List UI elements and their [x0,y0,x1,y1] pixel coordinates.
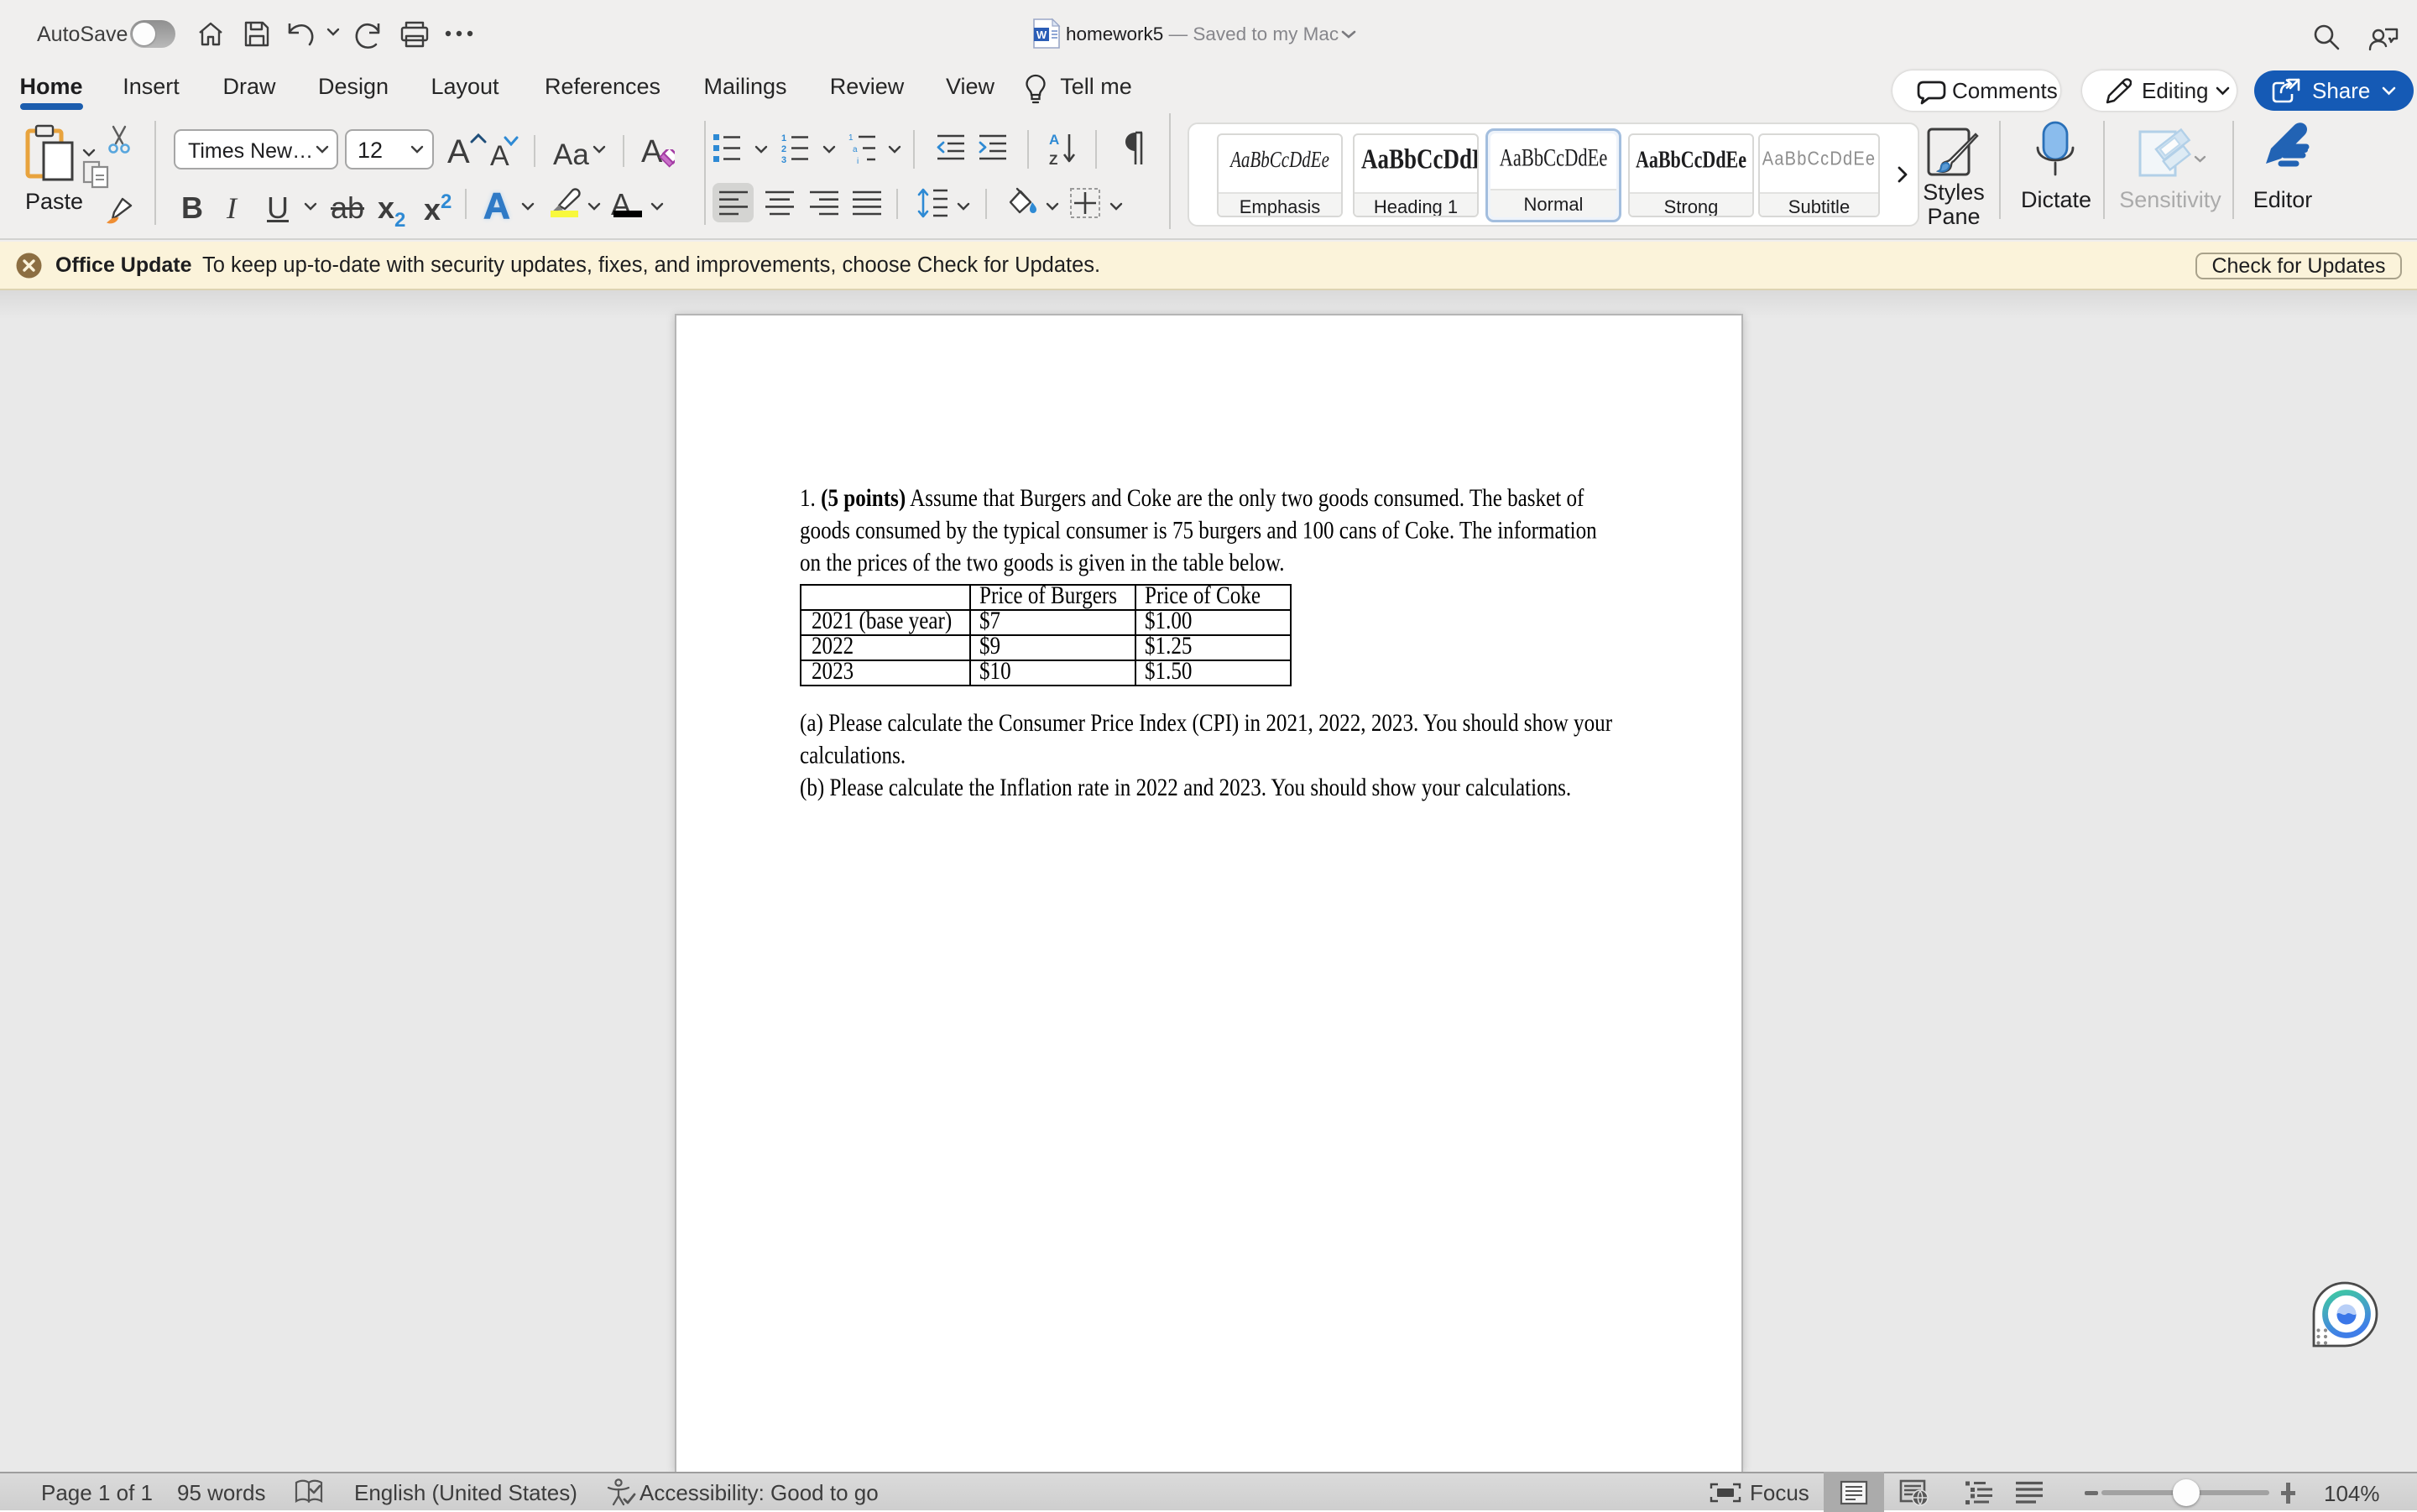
svg-text:3: 3 [781,155,786,165]
svg-text:W: W [1036,29,1047,41]
svg-text:a: a [853,145,858,154]
svg-text:Z: Z [1049,152,1057,166]
svg-text:A: A [1049,132,1059,148]
svg-text:1: 1 [781,133,786,143]
svg-text:i: i [857,157,859,165]
svg-text:1: 1 [848,133,854,143]
svg-text:2: 2 [781,144,786,154]
